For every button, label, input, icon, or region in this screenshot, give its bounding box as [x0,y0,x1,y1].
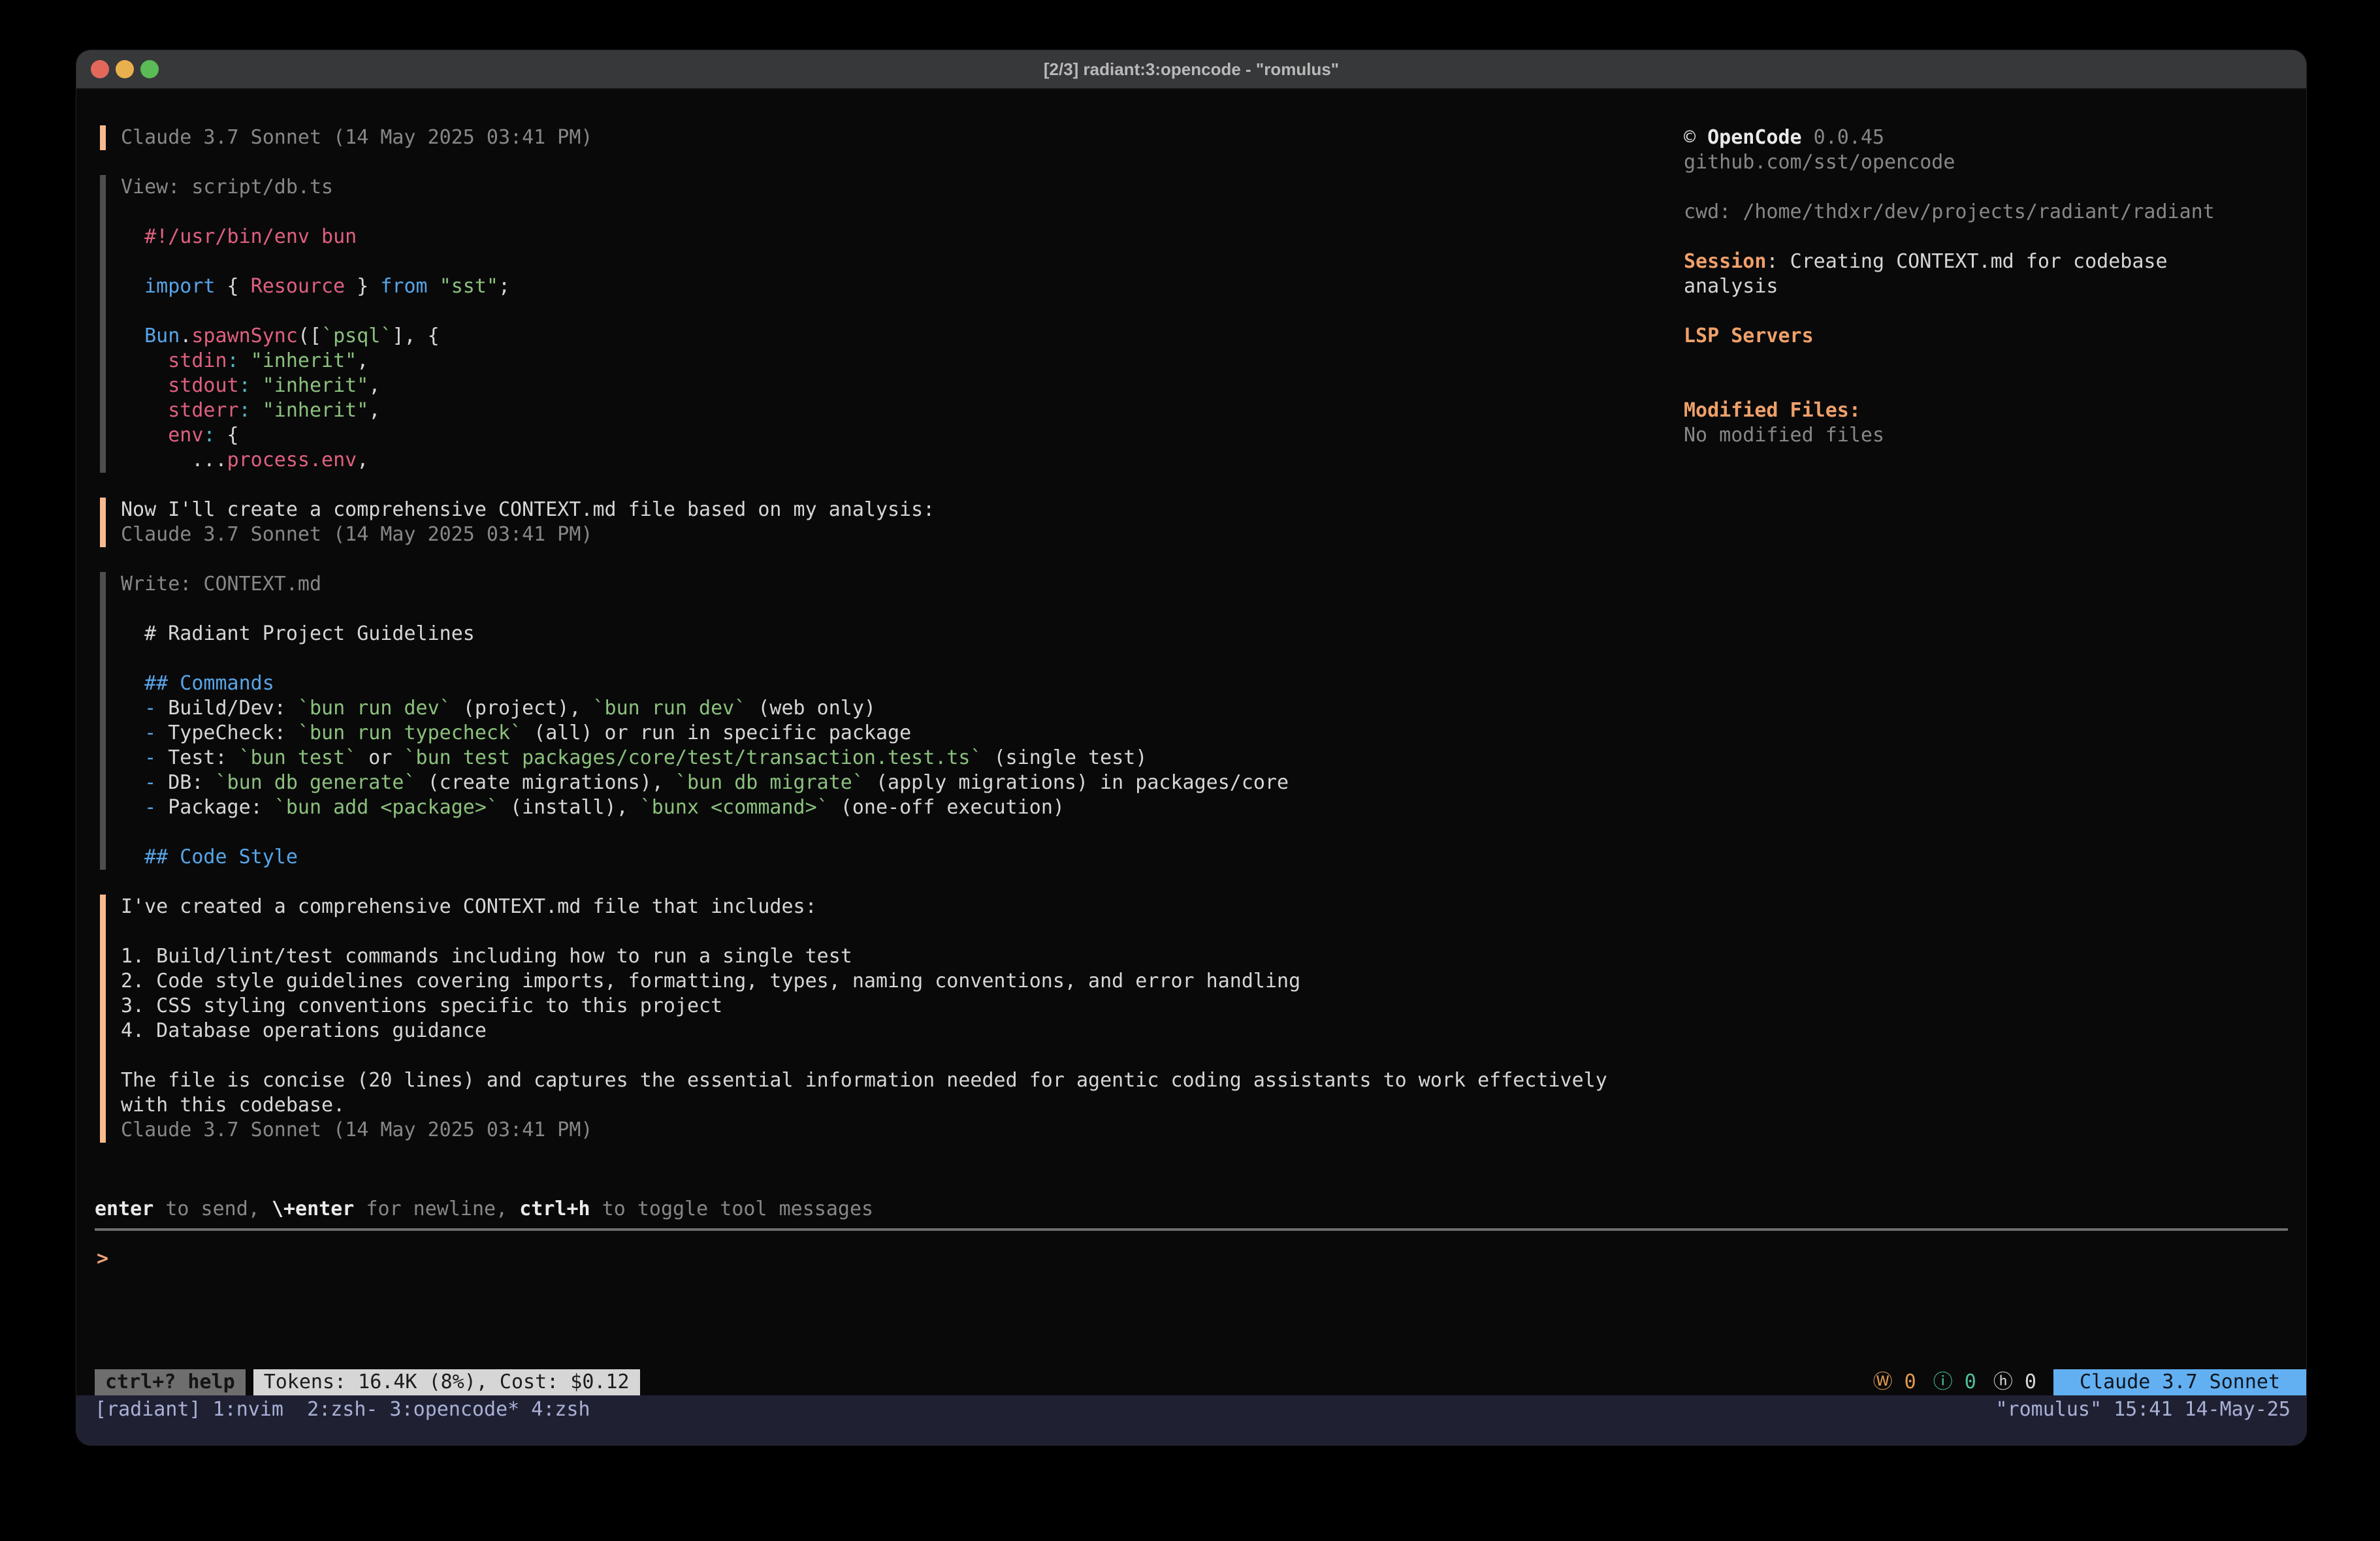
text-line [121,200,1680,225]
text-line: - DB: `bun db generate` (create migratio… [121,770,1680,795]
tool-write-block: Write: CONTEXT.md # Radiant Project Guid… [100,572,1680,870]
text-line: The file is concise (20 lines) and captu… [121,1068,1680,1093]
assistant-message: Now I'll create a comprehensive CONTEXT.… [100,498,1680,547]
text-line: Session: Creating CONTEXT.md for codebas… [1684,249,2298,274]
text-line: Claude 3.7 Sonnet (14 May 2025 03:41 PM) [121,1118,1680,1143]
text-line: 2. Code style guidelines covering import… [121,969,1680,994]
text-line: © OpenCode 0.0.45 [1684,125,2298,150]
text-line: #!/usr/bin/env bun [121,225,1680,249]
text-line: import { Resource } from "sst"; [121,274,1680,299]
tool-view-block: View: script/db.ts #!/usr/bin/env bun im… [100,175,1680,473]
maximize-button[interactable] [140,60,159,78]
text-line [121,1043,1680,1068]
text-line: stderr: "inherit", [121,398,1680,423]
titlebar[interactable]: [2/3] radiant:3:opencode - "romulus" [76,50,2306,89]
text-line: # Radiant Project Guidelines [121,622,1680,646]
text-line: Now I'll create a comprehensive CONTEXT.… [121,498,1680,522]
assistant-message-header: Claude 3.7 Sonnet (14 May 2025 03:41 PM) [100,125,1680,150]
text-line [1684,175,2298,200]
text-line: - Build/Dev: `bun run dev` (project), `b… [121,696,1680,721]
warning-count: Ⓦ 0 [1873,1371,1916,1393]
text-line [1684,373,2298,398]
text-line: 4. Database operations guidance [121,1019,1680,1043]
minimize-button[interactable] [116,60,134,78]
text-line: ## Commands [121,671,1680,696]
traffic-lights [91,50,159,88]
text-line: github.com/sst/opencode [1684,150,2298,175]
text-line [1684,349,2298,373]
text-line: Claude 3.7 Sonnet (14 May 2025 03:41 PM) [121,125,1680,150]
text-line: 3. CSS styling conventions specific to t… [121,994,1680,1019]
prompt-symbol: > [97,1247,108,1270]
text-line: - TypeCheck: `bun run typecheck` (all) o… [121,721,1680,746]
desktop-background: [2/3] radiant:3:opencode - "romulus" Cla… [0,0,2380,1541]
status-bar-right: Ⓦ 0 ⓘ 0 ⓗ 0 Claude 3.7 Sonnet [1873,1369,2306,1395]
text-line: env: { [121,423,1680,448]
text-line: stdout: "inherit", [121,373,1680,398]
text-line: - Test: `bun test` or `bun test packages… [121,746,1680,770]
text-line: ## Code Style [121,845,1680,870]
text-line: View: script/db.ts [121,175,1680,200]
text-line: Bun.spawnSync([`psql`], { [121,324,1680,349]
status-bar: ctrl+? help Tokens: 16.4K (8%), Cost: $0… [95,1369,2306,1395]
tmux-session-clock: "romulus" 15:41 14-May-25 [1995,1397,2291,1422]
text-line: stdin: "inherit", [121,349,1680,373]
text-line [1684,299,2298,324]
editor-separator [95,1228,2288,1231]
session-sidebar: © OpenCode 0.0.45github.com/sst/opencode… [1684,125,2298,448]
info-count: ⓘ 0 [1933,1371,1976,1393]
text-line: Write: CONTEXT.md [121,572,1680,597]
text-line: LSP Servers [1684,324,2298,349]
text-line: Modified Files: [1684,398,2298,423]
text-line: I've created a comprehensive CONTEXT.md … [121,895,1680,919]
tmux-window-list[interactable]: [radiant] 1:nvim 2:zsh- 3:opencode* 4:zs… [95,1397,590,1422]
terminal-window: [2/3] radiant:3:opencode - "romulus" Cla… [76,50,2306,1445]
tokens-cost-chip: Tokens: 16.4K (8%), Cost: $0.12 [253,1369,640,1395]
keybind-help-line: enter to send, \+enter for newline, ctrl… [95,1197,873,1222]
text-line: - Package: `bun add <package>` (install)… [121,795,1680,820]
text-line [121,820,1680,845]
text-line: analysis [1684,274,2298,299]
text-line [121,249,1680,274]
text-line: Claude 3.7 Sonnet (14 May 2025 03:41 PM) [121,522,1680,547]
text-line [121,919,1680,944]
model-chip[interactable]: Claude 3.7 Sonnet [2053,1369,2306,1395]
close-button[interactable] [91,60,109,78]
text-line: ...process.env, [121,448,1680,473]
help-shortcut-chip[interactable]: ctrl+? help [95,1369,246,1395]
message-input[interactable]: > [97,1247,108,1271]
conversation-log: Claude 3.7 Sonnet (14 May 2025 03:41 PM)… [100,125,1680,1168]
text-line: cwd: /home/thdxr/dev/projects/radiant/ra… [1684,200,2298,225]
text-line [121,299,1680,324]
tmux-status-bar: [radiant] 1:nvim 2:zsh- 3:opencode* 4:zs… [76,1395,2306,1445]
text-line [121,597,1680,622]
text-line: No modified files [1684,423,2298,448]
window-title: [2/3] radiant:3:opencode - "romulus" [1044,59,1339,80]
diagnostics-counters: Ⓦ 0 ⓘ 0 ⓗ 0 [1873,1370,2053,1395]
hint-count: ⓗ 0 [1993,1371,2036,1393]
text-line: with this codebase. [121,1093,1680,1118]
assistant-message: I've created a comprehensive CONTEXT.md … [100,895,1680,1143]
text-line [1684,225,2298,249]
text-line: enter to send, \+enter for newline, ctrl… [95,1197,873,1222]
text-line: 1. Build/lint/test commands including ho… [121,944,1680,969]
text-line [121,646,1680,671]
opencode-tui: Claude 3.7 Sonnet (14 May 2025 03:41 PM)… [76,89,2306,1445]
